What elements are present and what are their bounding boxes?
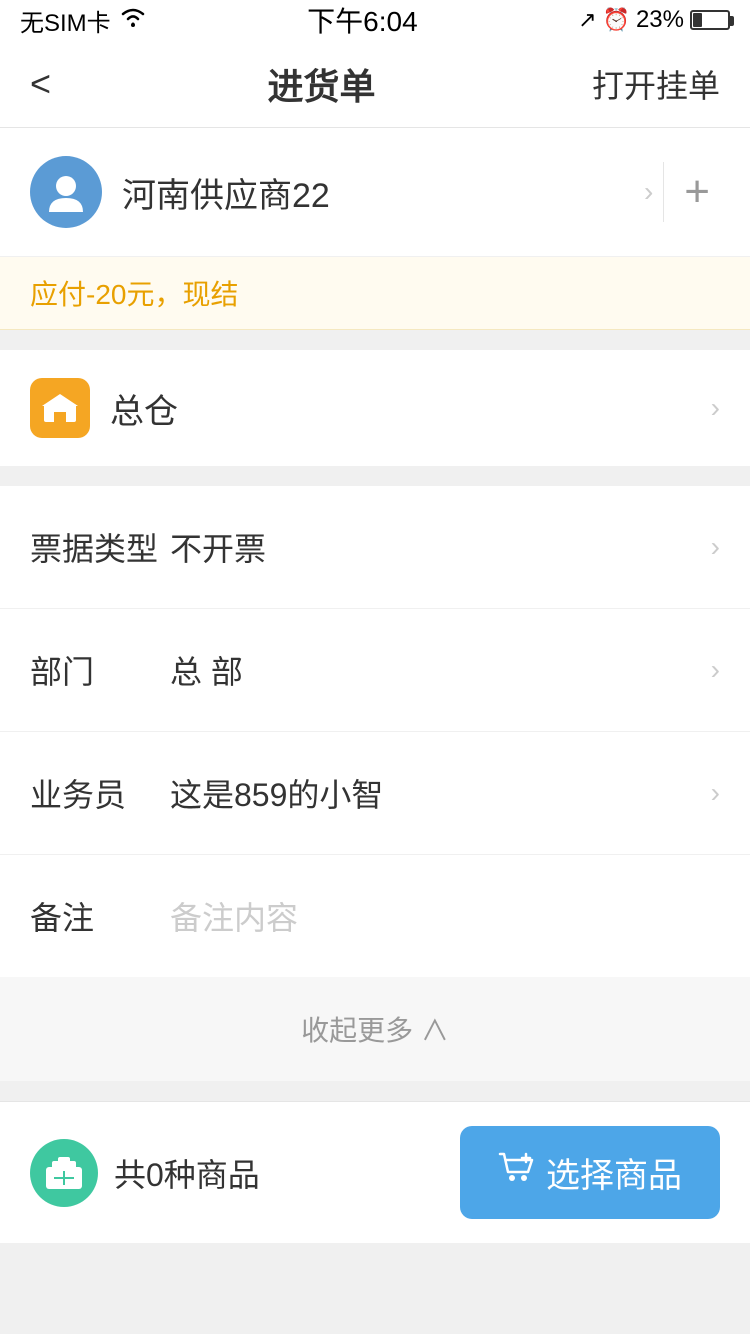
department-chevron-icon: › — [711, 654, 720, 686]
form-section: 票据类型 不开票 › 部门 总 部 › 业务员 这是859的小智 › 备注 备注… — [0, 486, 750, 977]
section-gap-3 — [0, 1081, 750, 1101]
collapse-label: 收起更多 ∧ — [301, 1009, 449, 1049]
ticket-type-label: 票据类型 — [30, 524, 170, 570]
supplier-chevron-icon: › — [644, 176, 653, 208]
supplier-notice: 应付-20元，现结 — [0, 257, 750, 330]
department-label: 部门 — [30, 647, 170, 693]
open-pending-button[interactable]: 打开挂单 — [592, 61, 720, 107]
location-icon: ↗ — [578, 7, 596, 33]
back-button[interactable]: < — [30, 63, 51, 105]
ticket-type-row[interactable]: 票据类型 不开票 › — [0, 486, 750, 609]
remark-row[interactable]: 备注 备注内容 — [0, 855, 750, 977]
ticket-type-value: 不开票 — [170, 524, 711, 570]
bottom-bar: 共0种商品 选择商品 — [0, 1101, 750, 1243]
battery-text: 23% — [636, 6, 684, 34]
carrier-text: 无SIM卡 — [20, 3, 111, 38]
cart-icon — [498, 1152, 534, 1193]
nav-bar: < 进货单 打开挂单 — [0, 40, 750, 128]
content-area: 河南供应商22 › + 应付-20元，现结 总仓 › 票据类型 不开票 › — [0, 128, 750, 1243]
section-gap-2 — [0, 466, 750, 486]
product-count-text: 共0种商品 — [114, 1150, 260, 1196]
product-count-section: 共0种商品 — [30, 1139, 260, 1207]
status-right: ↗ ⏰ 23% — [578, 6, 730, 34]
section-gap-1 — [0, 330, 750, 350]
wifi-icon — [119, 6, 147, 35]
department-value: 总 部 — [170, 647, 711, 693]
remark-input[interactable]: 备注内容 — [170, 893, 720, 939]
salesman-chevron-icon: › — [711, 777, 720, 809]
add-supplier-button[interactable]: + — [674, 167, 720, 217]
warehouse-chevron-icon: › — [711, 392, 720, 424]
status-carrier: 无SIM卡 — [20, 3, 147, 38]
supplier-name: 河南供应商22 — [122, 168, 644, 217]
warehouse-name: 总仓 — [110, 384, 711, 433]
department-row[interactable]: 部门 总 部 › — [0, 609, 750, 732]
supplier-row[interactable]: 河南供应商22 › + — [0, 128, 750, 257]
warehouse-row[interactable]: 总仓 › — [0, 350, 750, 466]
warehouse-icon — [30, 378, 90, 438]
remark-label: 备注 — [30, 893, 170, 939]
salesman-row[interactable]: 业务员 这是859的小智 › — [0, 732, 750, 855]
alarm-icon: ⏰ — [603, 7, 630, 33]
ticket-type-chevron-icon: › — [711, 531, 720, 563]
page-title: 进货单 — [268, 58, 376, 110]
supplier-card: 河南供应商22 › + 应付-20元，现结 — [0, 128, 750, 330]
salesman-label: 业务员 — [30, 770, 170, 816]
status-time: 下午6:04 — [307, 0, 418, 40]
salesman-value: 这是859的小智 — [170, 770, 711, 816]
supplier-avatar — [30, 156, 102, 228]
status-bar: 无SIM卡 下午6:04 ↗ ⏰ 23% — [0, 0, 750, 40]
battery-icon — [690, 10, 730, 30]
select-product-label: 选择商品 — [546, 1148, 682, 1197]
divider — [663, 162, 664, 222]
collapse-button[interactable]: 收起更多 ∧ — [0, 977, 750, 1081]
product-icon — [30, 1139, 98, 1207]
select-product-button[interactable]: 选择商品 — [460, 1126, 720, 1219]
